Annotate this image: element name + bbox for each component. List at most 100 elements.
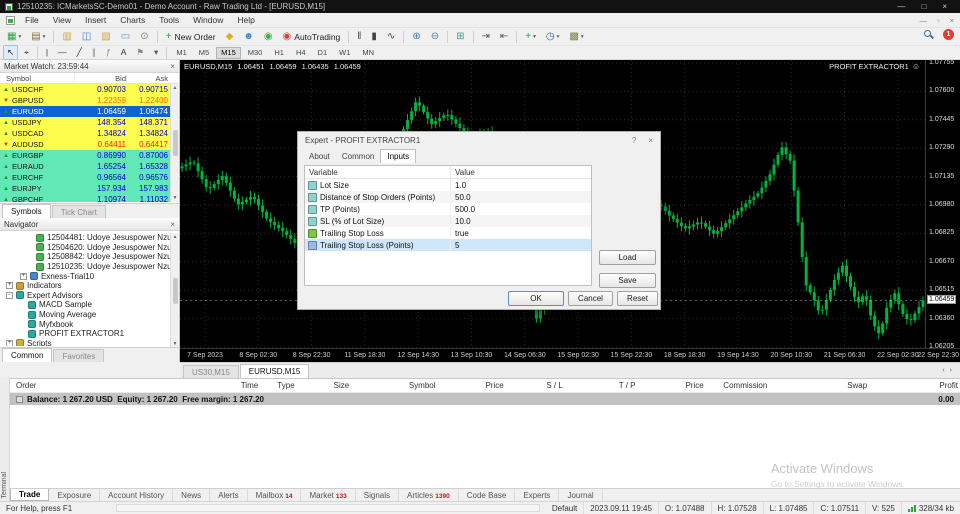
timeframe-m30[interactable]: M30 (243, 47, 268, 59)
time-axis[interactable]: 7 Sep 2023 8 Sep 02:30 8 Sep 22:30 11 Sep 1… (180, 348, 960, 362)
chevron-down-icon[interactable]: ▾ (581, 34, 584, 40)
close-icon[interactable]: × (942, 2, 947, 11)
column-symbol[interactable]: Symbol (0, 74, 74, 83)
timeframe-m1[interactable]: M1 (171, 47, 191, 59)
templates-button[interactable]: ▩ ▾ (565, 29, 587, 44)
timeframe-mn[interactable]: MN (357, 47, 379, 59)
market-watch-header[interactable]: Market Watch: 23:59:44 × (0, 60, 179, 73)
input-row[interactable]: Lot Size 1.0 (305, 179, 591, 191)
maximize-icon[interactable]: □ (921, 2, 926, 11)
terminal-column-header[interactable]: Order (10, 381, 204, 390)
dialog-title-bar[interactable]: Expert - PROFIT EXTRACTOR1 ? × (298, 132, 660, 148)
strategy-tester-toggle-button[interactable]: ⊙ (136, 29, 152, 44)
chevron-down-icon[interactable]: ▾ (18, 34, 21, 40)
horizontal-line-tool-button[interactable]: — (54, 45, 71, 60)
column-ask[interactable]: Ask (126, 73, 170, 83)
chart-tab-eurusd-m15[interactable]: EURUSD,M15 (239, 364, 310, 378)
trendline-tool-button[interactable]: ╱ (73, 45, 86, 60)
navigator-scrollbar[interactable]: ▲ ▼ (170, 233, 179, 348)
navigator-close-icon[interactable]: × (170, 220, 175, 229)
chart-shift-button[interactable]: ⇤ (496, 29, 512, 44)
cursor-tool-button[interactable]: ↖ (3, 45, 19, 60)
new-chart-button[interactable]: ▦ ▾ (3, 29, 25, 44)
terminal-tab-signals[interactable]: Signals (356, 489, 400, 501)
vertical-line-tool-button[interactable]: | (42, 45, 52, 60)
menu-help[interactable]: Help (230, 15, 261, 25)
tree-expand-icon[interactable]: + (20, 272, 27, 280)
input-value[interactable]: 50.0 (450, 191, 591, 203)
fibonacci-tool-button[interactable]: ƒ (102, 45, 115, 60)
market-watch-row[interactable]: ▼ GBPUSD 1.22359 1.22400 (0, 95, 170, 106)
navigator-item[interactable]: - Expert Advisors (0, 291, 170, 301)
panel-tab-favorites[interactable]: Favorites (53, 349, 105, 362)
chart-tabs-left-arrow[interactable]: ‹ (942, 367, 944, 374)
navigator-toggle-button[interactable]: ▨ (97, 29, 114, 44)
terminal-tab-experts[interactable]: Experts (515, 489, 560, 501)
auto-scroll-button[interactable]: ⇥ (478, 29, 494, 44)
terminal-column-header[interactable]: Size (297, 381, 352, 390)
panel-tab-common[interactable]: Common (2, 348, 53, 362)
data-window-toggle-button[interactable]: ◫ (78, 29, 95, 44)
market-watch-scrollbar[interactable]: ▲ ▼ (170, 84, 179, 202)
terminal-tab-mailbox[interactable]: Mailbox 14 (248, 489, 302, 501)
chevron-down-icon[interactable]: ▾ (533, 34, 536, 40)
channel-tool-button[interactable]: ∥ (88, 45, 100, 60)
input-value[interactable]: 500.0 (450, 203, 591, 215)
terminal-tab-trade[interactable]: Trade (10, 489, 50, 501)
save-button[interactable]: Save (599, 273, 656, 288)
navigator-item[interactable]: Moving Average (0, 310, 170, 320)
market-watch-row[interactable]: ▲ USDCAD 1.34824 1.34824 (0, 128, 170, 139)
terminal-column-header[interactable]: Time (204, 381, 260, 390)
bar-chart-mode-button[interactable]: ‖ (353, 29, 365, 44)
market-watch-row[interactable]: ▲ EURAUD 1.65254 1.65328 (0, 161, 170, 172)
terminal-toggle-button[interactable]: ▭ (117, 29, 134, 44)
balance-row[interactable]: Balance: 1 267.20 USD Equity: 1 267.20 F… (10, 393, 960, 405)
chart-tabs-right-arrow[interactable]: › (950, 367, 952, 374)
candlestick-mode-button[interactable]: ▮ (367, 29, 381, 44)
navigator-item[interactable]: 12504481: Udoye Jesuspower Nzube (0, 233, 170, 243)
input-value[interactable]: 1.0 (450, 179, 591, 191)
navigator-item[interactable]: + Exness-Trial10 (0, 271, 170, 281)
new-order-button[interactable]: + New Order (162, 29, 220, 44)
input-row[interactable]: Distance of Stop Orders (Points) 50.0 (305, 191, 591, 203)
crosshair-tool-button[interactable]: ⌖ (20, 45, 33, 60)
chart-tab-us30-m15[interactable]: US30,M15 (183, 365, 239, 378)
menu-charts[interactable]: Charts (113, 15, 152, 25)
title-bar[interactable]: 12510235: ICMarketsSC-Demo01 - Demo Acco… (0, 0, 960, 13)
timeframe-m15[interactable]: M15 (216, 46, 241, 59)
terminal-column-header[interactable]: Price (638, 381, 706, 390)
input-row[interactable]: Trailing Stop Loss true (305, 227, 591, 239)
timeframe-h1[interactable]: H1 (269, 47, 289, 59)
input-value[interactable]: true (450, 227, 591, 239)
tree-expand-icon[interactable]: - (6, 291, 13, 299)
market-watch-row[interactable]: ▲ USDJPY 148.354 148.371 (0, 117, 170, 128)
status-profile[interactable]: Default (546, 502, 585, 514)
dialog-close-icon[interactable]: × (648, 136, 653, 145)
tree-expand-icon[interactable]: + (6, 339, 13, 346)
terminal-column-header[interactable]: Swap (769, 381, 869, 390)
reset-button[interactable]: Reset (617, 291, 658, 306)
minimize-icon[interactable]: — (897, 2, 905, 11)
market-watch-row[interactable]: ▲ EURCHF 0.96564 0.96576 (0, 172, 170, 183)
terminal-tab-alerts[interactable]: Alerts (210, 489, 248, 501)
terminal-tab-market[interactable]: Market 133 (301, 489, 356, 501)
terminal-tab-articles[interactable]: Articles 1390 (399, 489, 459, 501)
navigator-item[interactable]: MACD Sample (0, 300, 170, 310)
ok-button[interactable]: OK (508, 291, 564, 306)
mdi-restore-icon[interactable]: ▫ (937, 16, 940, 25)
terminal-column-header[interactable]: S / L (506, 381, 565, 390)
zoom-in-button[interactable]: ⊕ (408, 29, 424, 44)
price-axis[interactable]: 1.07755 1.07600 1.07445 1.07290 1.07135 1.069… (925, 59, 960, 350)
navigator-item[interactable]: 12508842: Udoye Jesuspower Nzube (0, 252, 170, 262)
menu-view[interactable]: View (46, 15, 78, 25)
menu-tools[interactable]: Tools (152, 15, 186, 25)
tile-windows-button[interactable]: ⊞ (452, 29, 468, 44)
navigator-item[interactable]: PROFIT EXTRACTOR1 (0, 329, 170, 339)
autotrading-button[interactable]: ◉ AutoTrading (279, 29, 345, 44)
market-watch-row[interactable]: ▲ EURJPY 157.934 157.983 (0, 183, 170, 194)
column-bid[interactable]: Bid (74, 73, 126, 83)
terminal-column-header[interactable]: T / P (565, 381, 638, 390)
menu-insert[interactable]: Insert (78, 15, 113, 25)
terminal-column-header[interactable]: Symbol (351, 381, 437, 390)
terminal-tab-news[interactable]: News (173, 489, 211, 501)
